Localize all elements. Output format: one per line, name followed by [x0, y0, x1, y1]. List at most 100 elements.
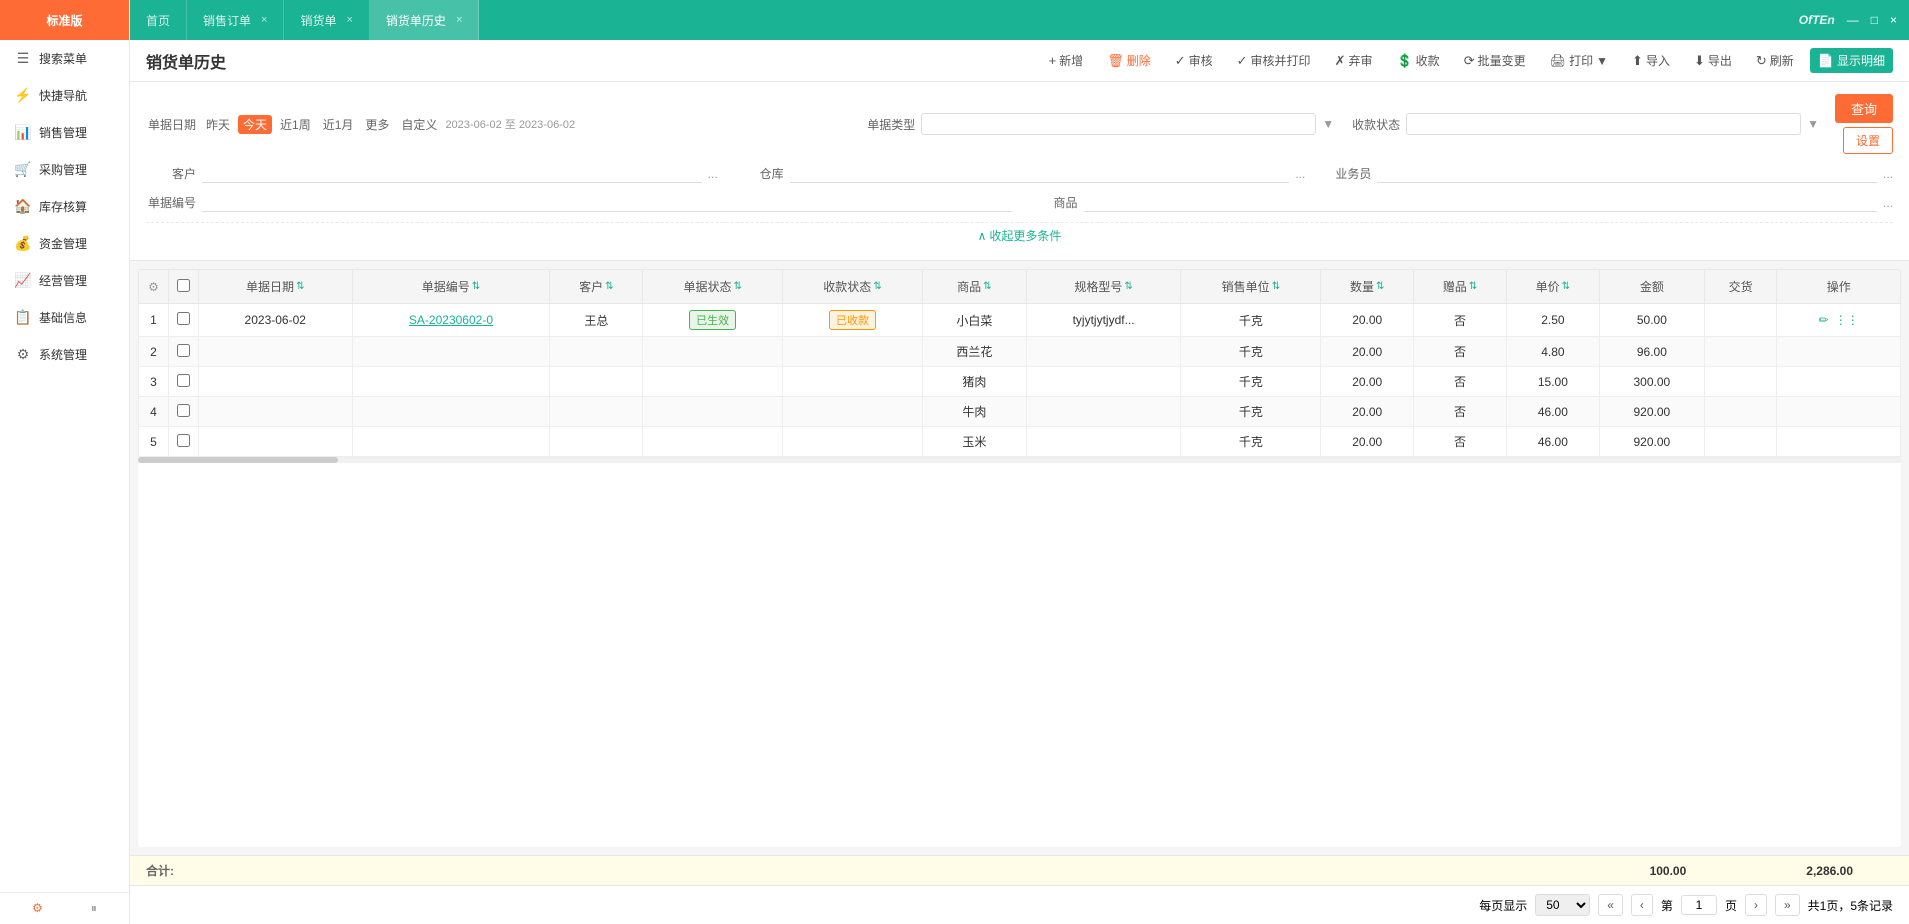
filter-staff-input[interactable] [1377, 164, 1877, 183]
delete-button[interactable]: 🗑 删除 [1099, 48, 1159, 73]
row-checkbox[interactable] [177, 404, 190, 417]
sidebar-item-search-menu[interactable]: ☰ 搜索菜单 [0, 40, 129, 77]
th-doc-date[interactable]: 单据日期 ⇅ [199, 270, 353, 304]
page-size-select[interactable]: 20 50 100 200 [1535, 894, 1590, 916]
cell-action[interactable] [1777, 427, 1901, 457]
th-gift[interactable]: 赠品 ⇅ [1414, 270, 1507, 304]
more-action-button[interactable]: ⋮⋮ [1832, 313, 1862, 327]
filter-doc-type-select[interactable] [921, 113, 1316, 135]
scrollbar-thumb[interactable] [138, 457, 338, 463]
show-detail-button[interactable]: 📄 显示明细 [1810, 48, 1893, 73]
date-shortcut-more[interactable]: 更多 [361, 115, 393, 134]
th-doc-status-label: 单据状态 [683, 278, 731, 295]
sidebar-item-quick-nav[interactable]: ⚡ 快捷导航 [0, 77, 129, 114]
filter-doc-no-input[interactable] [202, 193, 1012, 212]
sidebar-item-ops-mgmt[interactable]: 📈 经营管理 [0, 262, 129, 299]
cell-checkbox[interactable] [169, 397, 199, 427]
collect-button[interactable]: 💲 收款 [1388, 48, 1447, 73]
tab-sales-goods[interactable]: 销货单 × [284, 0, 369, 40]
first-page-button[interactable]: « [1598, 894, 1623, 916]
query-button[interactable]: 查询 [1835, 94, 1893, 123]
export-button[interactable]: ⬇ 导出 [1686, 48, 1740, 73]
filter-pay-status-dropdown[interactable]: ▼ [1807, 117, 1819, 131]
cell-gift: 否 [1414, 367, 1507, 397]
audit-print-button[interactable]: ✓ 审核并打印 [1229, 48, 1319, 73]
select-all-checkbox[interactable] [177, 279, 190, 292]
row-checkbox[interactable] [177, 434, 190, 447]
th-gift-label: 赠品 [1443, 278, 1467, 295]
cell-checkbox[interactable] [169, 427, 199, 457]
cell-doc-no[interactable]: SA-20230602-0 [352, 304, 550, 337]
sidebar-item-basic-info[interactable]: 📋 基础信息 [0, 299, 129, 336]
filter-goods-dots[interactable]: ... [1883, 196, 1893, 210]
tab-sales-order-close[interactable]: × [261, 14, 267, 26]
date-shortcut-last7[interactable]: 近1周 [276, 115, 315, 134]
cell-row-num: 2 [139, 337, 169, 367]
th-quantity[interactable]: 数量 ⇅ [1321, 270, 1414, 304]
window-maximize[interactable]: □ [1871, 13, 1878, 27]
tab-sales-history-close[interactable]: × [456, 14, 462, 26]
tab-sales-order[interactable]: 销售订单 × [187, 0, 284, 40]
filter-warehouse-input[interactable] [790, 164, 1290, 183]
import-button[interactable]: ⬆ 导入 [1624, 48, 1678, 73]
filter-goods-input[interactable] [1084, 193, 1877, 212]
th-goods[interactable]: 商品 ⇅ [922, 270, 1026, 304]
filter-staff-dots[interactable]: ... [1883, 167, 1893, 181]
date-shortcut-last1m[interactable]: 近1月 [319, 115, 358, 134]
sidebar-item-sales-mgmt[interactable]: 📊 销售管理 [0, 114, 129, 151]
collapse-button[interactable]: ∧ 收起更多条件 [146, 222, 1893, 248]
tab-sales-history[interactable]: 销货单历史 × [370, 0, 479, 40]
cell-action[interactable] [1777, 367, 1901, 397]
edit-action-button[interactable]: ✏ [1816, 313, 1832, 327]
page-number-input[interactable] [1681, 895, 1717, 915]
prev-page-button[interactable]: ‹ [1631, 894, 1653, 916]
new-button[interactable]: + 新增 [1041, 48, 1092, 73]
th-doc-no[interactable]: 单据编号 ⇅ [352, 270, 550, 304]
scrollbar-track[interactable] [138, 457, 1901, 463]
cell-customer [550, 397, 643, 427]
date-shortcut-today[interactable]: 今天 [238, 115, 272, 134]
th-customer[interactable]: 客户 ⇅ [550, 270, 643, 304]
sidebar-bottom-icon-right[interactable]: ⏸ [91, 901, 97, 916]
window-minimize[interactable]: — [1847, 13, 1859, 27]
filter-customer-input[interactable] [202, 164, 702, 183]
filter-doc-type-dropdown[interactable]: ▼ [1322, 117, 1334, 131]
tab-home[interactable]: 首页 [130, 0, 187, 40]
abandon-button[interactable]: ✗ 弃审 [1327, 48, 1381, 73]
cell-checkbox[interactable] [169, 367, 199, 397]
row-checkbox[interactable] [177, 344, 190, 357]
audit-button[interactable]: ✓ 审核 [1167, 48, 1221, 73]
date-shortcut-yesterday[interactable]: 昨天 [202, 115, 234, 134]
sidebar-item-purchase-mgmt[interactable]: 🛒 采购管理 [0, 151, 129, 188]
th-spec-type[interactable]: 规格型号 ⇅ [1026, 270, 1181, 304]
th-pay-status[interactable]: 收款状态 ⇅ [783, 270, 923, 304]
cell-action[interactable]: ✏⋮⋮ [1777, 304, 1901, 337]
th-unit-price[interactable]: 单价 ⇅ [1506, 270, 1599, 304]
setting-button[interactable]: 设置 [1843, 127, 1893, 154]
cell-action[interactable] [1777, 397, 1901, 427]
th-doc-status[interactable]: 单据状态 ⇅ [643, 270, 783, 304]
filter-pay-status-select[interactable] [1406, 113, 1801, 135]
print-button[interactable]: 🖨 打印 ▼ [1542, 48, 1616, 73]
row-checkbox[interactable] [177, 374, 190, 387]
next-page-button[interactable]: › [1745, 894, 1767, 916]
sidebar-item-sys-mgmt[interactable]: ⚙ 系统管理 [0, 336, 129, 373]
window-close[interactable]: × [1890, 13, 1897, 27]
table-settings-icon[interactable]: ⚙ [148, 280, 159, 294]
refresh-button[interactable]: ↻ 刷新 [1748, 48, 1802, 73]
tab-sales-goods-close[interactable]: × [346, 14, 352, 26]
cell-action[interactable] [1777, 337, 1901, 367]
sidebar-item-inventory-calc[interactable]: 🏠 库存核算 [0, 188, 129, 225]
last-page-button[interactable]: » [1775, 894, 1800, 916]
filter-warehouse-dots[interactable]: ... [1295, 167, 1305, 181]
sidebar-item-finance-mgmt[interactable]: 💰 资金管理 [0, 225, 129, 262]
batch-change-button[interactable]: ⟳ 批量变更 [1456, 48, 1534, 73]
doc-no-link[interactable]: SA-20230602-0 [409, 313, 493, 327]
date-shortcut-custom[interactable]: 自定义 [397, 115, 441, 134]
sidebar-bottom-icon-left[interactable]: ⚙ [32, 901, 43, 916]
cell-checkbox[interactable] [169, 337, 199, 367]
row-checkbox[interactable] [177, 312, 190, 325]
filter-customer-dots[interactable]: ... [708, 167, 718, 181]
cell-checkbox[interactable] [169, 304, 199, 337]
th-sales-unit[interactable]: 销售单位 ⇅ [1181, 270, 1321, 304]
